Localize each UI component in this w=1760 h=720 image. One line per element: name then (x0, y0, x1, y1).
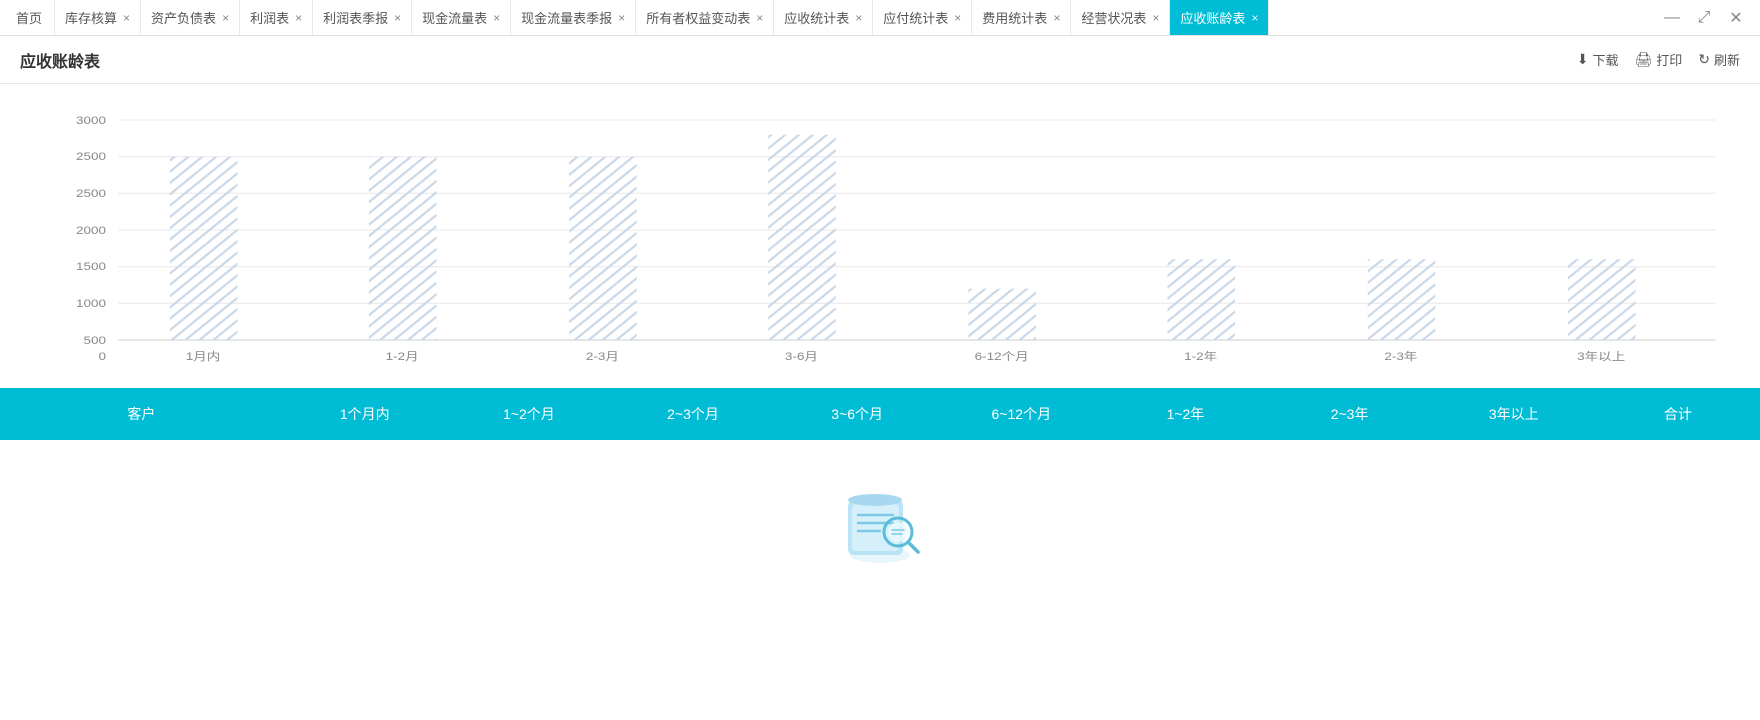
tab-profit-quarterly[interactable]: 利润表季报 × (313, 0, 412, 36)
tab-profit-quarterly-label: 利润表季报 (323, 8, 388, 27)
bar-7-2-3nian (1368, 259, 1436, 340)
th-customer: 客户 (0, 404, 283, 424)
tab-expense-stat-close[interactable]: × (1053, 11, 1060, 25)
download-icon: ⬇ (1577, 51, 1589, 68)
bar-2-1-2yue (369, 157, 437, 340)
tab-home[interactable]: 首页 (4, 0, 55, 36)
y-label-3000: 3000 (76, 114, 106, 126)
th-3-6month: 3~6个月 (775, 404, 939, 424)
tab-profit[interactable]: 利润表 × (240, 0, 313, 36)
tab-bar: 首页 库存核算 × 资产负债表 × 利润表 × 利润表季报 × 现金流量表 × … (0, 0, 1760, 36)
page-title: 应收账龄表 (20, 48, 100, 72)
tab-payable-stat-close[interactable]: × (954, 11, 961, 25)
y-label-2500a: 2500 (76, 150, 106, 162)
x-label-4: 3-6月 (785, 350, 818, 362)
tab-ar-aging-label: 应收账龄表 (1180, 8, 1245, 27)
th-3year-plus: 3年以上 (1432, 404, 1596, 424)
refresh-label: 刷新 (1714, 50, 1740, 69)
x-label-2: 1-2月 (386, 350, 419, 362)
tab-cashflow-label: 现金流量表 (422, 8, 487, 27)
tab-receivable-stat-label: 应收统计表 (784, 8, 849, 27)
bar-6-1-2nian (1167, 259, 1235, 340)
tab-payable-stat[interactable]: 应付统计表 × (873, 0, 972, 36)
x-label-6: 1-2年 (1184, 350, 1217, 362)
tab-receivable-stat-close[interactable]: × (855, 11, 862, 25)
th-1month: 1个月内 (283, 404, 447, 424)
window-close-button[interactable]: ✕ (1724, 6, 1748, 30)
page-header: 应收账龄表 ⬇ 下载 🖨 打印 ↻ 刷新 (0, 36, 1760, 84)
tab-cashflow-quarterly[interactable]: 现金流量表季报 × (511, 0, 636, 36)
tab-inventory[interactable]: 库存核算 × (55, 0, 141, 36)
window-maximize-button[interactable]: ⤢ (1692, 6, 1716, 30)
tab-expense-stat-label: 费用统计表 (982, 8, 1047, 27)
y-label-0: 0 (98, 350, 106, 362)
tab-ar-aging-close[interactable]: × (1251, 11, 1258, 25)
tab-profit-close[interactable]: × (295, 11, 302, 25)
window-minimize-button[interactable]: — (1660, 6, 1684, 30)
th-6-12month: 6~12个月 (939, 404, 1103, 424)
tab-balance-sheet-close[interactable]: × (222, 11, 229, 25)
bar-chart: 3000 2500 2500 2000 1500 1000 500 0 1月内 … (20, 100, 1740, 380)
tab-profit-label: 利润表 (250, 8, 289, 27)
x-label-5: 6-12个月 (975, 350, 1029, 362)
tab-expense-stat[interactable]: 费用统计表 × (972, 0, 1071, 36)
tab-equity[interactable]: 所有者权益变动表 × (636, 0, 774, 36)
tab-operation[interactable]: 经营状况表 × (1071, 0, 1170, 36)
empty-state (0, 440, 1760, 610)
download-button[interactable]: ⬇ 下载 (1577, 50, 1619, 69)
empty-illustration (830, 480, 930, 570)
th-1-2month: 1~2个月 (447, 404, 611, 424)
th-2-3month: 2~3个月 (611, 404, 775, 424)
tab-cashflow-quarterly-close[interactable]: × (618, 11, 625, 25)
x-label-7: 2-3年 (1384, 350, 1417, 362)
tab-inventory-label: 库存核算 (65, 8, 117, 27)
th-1-2year: 1~2年 (1103, 404, 1267, 424)
tab-cashflow-quarterly-label: 现金流量表季报 (521, 8, 612, 27)
table-header: 客户 1个月内 1~2个月 2~3个月 3~6个月 6~12个月 1~2年 2~… (0, 388, 1760, 440)
bar-1-yuenei (170, 157, 238, 340)
y-label-500: 500 (83, 334, 106, 346)
y-label-2500b: 2500 (76, 187, 106, 199)
bar-5-6-12yue (968, 289, 1036, 340)
print-icon: 🖨 (1634, 51, 1652, 68)
page-actions: ⬇ 下载 🖨 打印 ↻ 刷新 (1577, 50, 1740, 69)
tab-balance-sheet-label: 资产负债表 (151, 8, 216, 27)
print-button[interactable]: 🖨 打印 (1634, 50, 1682, 69)
tab-bar-actions: — ⤢ ✕ (1660, 6, 1756, 30)
tab-inventory-close[interactable]: × (123, 11, 130, 25)
tab-balance-sheet[interactable]: 资产负债表 × (141, 0, 240, 36)
x-label-1: 1月内 (186, 350, 221, 362)
bar-4-3-6yue (768, 135, 836, 340)
tab-equity-label: 所有者权益变动表 (646, 8, 750, 27)
chart-container: 3000 2500 2500 2000 1500 1000 500 0 1月内 … (20, 100, 1740, 380)
bar-3-2-3yue (569, 157, 637, 340)
y-label-2000: 2000 (76, 224, 106, 236)
bar-8-3nianyishang (1568, 259, 1636, 340)
tab-operation-label: 经营状况表 (1081, 8, 1146, 27)
th-2-3year: 2~3年 (1268, 404, 1432, 424)
tab-cashflow[interactable]: 现金流量表 × (412, 0, 511, 36)
chart-section: 3000 2500 2500 2000 1500 1000 500 0 1月内 … (0, 84, 1760, 388)
y-label-1500: 1500 (76, 260, 106, 272)
main-content: 3000 2500 2500 2000 1500 1000 500 0 1月内 … (0, 84, 1760, 720)
tab-ar-aging[interactable]: 应收账龄表 × (1170, 0, 1269, 36)
tab-cashflow-close[interactable]: × (493, 11, 500, 25)
th-total: 合计 (1596, 404, 1760, 424)
y-label-1000: 1000 (76, 297, 106, 309)
download-label: 下载 (1592, 50, 1618, 69)
x-label-8: 3年以上 (1577, 350, 1625, 362)
empty-icon (830, 480, 930, 570)
home-label: 首页 (16, 8, 42, 27)
tab-receivable-stat[interactable]: 应收统计表 × (774, 0, 873, 36)
tab-profit-quarterly-close[interactable]: × (394, 11, 401, 25)
print-label: 打印 (1656, 50, 1682, 69)
x-label-3: 2-3月 (586, 350, 619, 362)
refresh-button[interactable]: ↻ 刷新 (1698, 50, 1740, 69)
tab-equity-close[interactable]: × (756, 11, 763, 25)
refresh-icon: ↻ (1698, 51, 1710, 68)
tab-operation-close[interactable]: × (1152, 11, 1159, 25)
tab-payable-stat-label: 应付统计表 (883, 8, 948, 27)
